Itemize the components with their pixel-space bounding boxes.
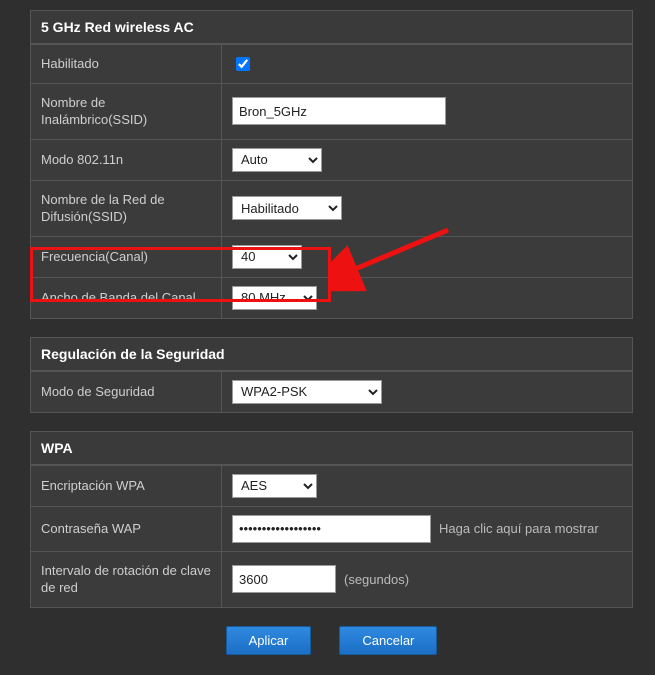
row-channel: Frecuencia(Canal) 40 [31,236,632,277]
label-mode: Modo 802.11n [31,140,222,180]
hint-show-password[interactable]: Haga clic aquí para mostrar [439,521,599,536]
input-rekey-interval[interactable] [232,565,336,593]
row-rekey-interval: Intervalo de rotación de clave de red (s… [31,551,632,607]
checkbox-enabled[interactable] [236,57,250,71]
panel-wpa-title: WPA [31,432,632,465]
label-channel-bandwidth: Ancho de Banda del Canal [31,278,222,318]
row-mode: Modo 802.11n Auto [31,139,632,180]
panel-security-title: Regulación de la Seguridad [31,338,632,371]
select-security-mode[interactable]: WPA2-PSK [232,380,382,404]
row-channel-bandwidth: Ancho de Banda del Canal 80 MHz [31,277,632,318]
label-wpa-password: Contraseña WAP [31,507,222,551]
panel-wpa: WPA Encriptación WPA AES Contraseña WAP … [30,431,633,608]
panel-security: Regulación de la Seguridad Modo de Segur… [30,337,633,413]
row-broadcast-ssid: Nombre de la Red de Difusión(SSID) Habil… [31,180,632,236]
label-rekey-interval: Intervalo de rotación de clave de red [31,552,222,607]
select-channel[interactable]: 40 [232,245,302,269]
wireless-5g-settings-page: 5 GHz Red wireless AC Habilitado Nombre … [0,0,655,675]
select-broadcast-ssid[interactable]: Habilitado [232,196,342,220]
label-wpa-encryption: Encriptación WPA [31,466,222,506]
button-bar: Aplicar Cancelar [30,626,633,655]
label-rekey-unit: (segundos) [344,572,409,587]
apply-button[interactable]: Aplicar [226,626,312,655]
label-broadcast-ssid: Nombre de la Red de Difusión(SSID) [31,181,222,236]
cancel-button[interactable]: Cancelar [339,626,437,655]
input-wpa-password[interactable] [232,515,431,543]
input-ssid[interactable] [232,97,446,125]
label-security-mode: Modo de Seguridad [31,372,222,412]
label-channel: Frecuencia(Canal) [31,237,222,277]
row-ssid: Nombre de Inalámbrico(SSID) [31,83,632,139]
row-wpa-password: Contraseña WAP Haga clic aquí para mostr… [31,506,632,551]
row-wpa-encryption: Encriptación WPA AES [31,465,632,506]
label-enabled: Habilitado [31,45,222,83]
panel-5ghz-title: 5 GHz Red wireless AC [31,11,632,44]
row-enabled: Habilitado [31,44,632,83]
select-mode[interactable]: Auto [232,148,322,172]
select-wpa-encryption[interactable]: AES [232,474,317,498]
panel-5ghz: 5 GHz Red wireless AC Habilitado Nombre … [30,10,633,319]
select-channel-bandwidth[interactable]: 80 MHz [232,286,317,310]
row-security-mode: Modo de Seguridad WPA2-PSK [31,371,632,412]
label-ssid: Nombre de Inalámbrico(SSID) [31,84,222,139]
